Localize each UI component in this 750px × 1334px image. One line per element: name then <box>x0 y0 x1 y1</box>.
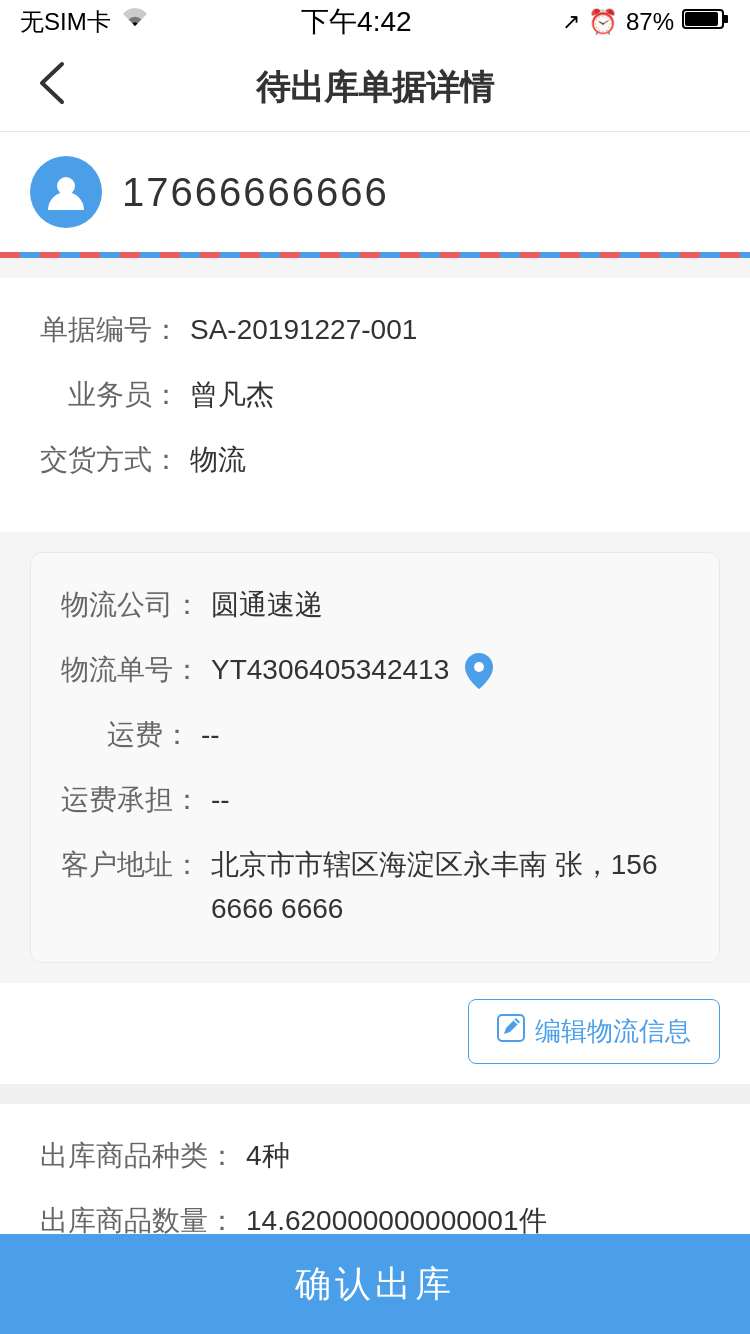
confirm-button-label: 确认出库 <box>295 1260 455 1309</box>
delivery-method-label: 交货方式： <box>40 438 180 483</box>
logistics-address-value: 北京市市辖区海淀区永丰南 张，156 6666 6666 <box>211 843 689 933</box>
back-button[interactable] <box>28 50 76 125</box>
logistics-address-row: 客户地址： 北京市市辖区海淀区永丰南 张，156 6666 6666 <box>61 843 689 933</box>
status-bar: 无SIM卡 下午4:42 ↗ ⏰ 87% <box>0 0 750 44</box>
location-pin-icon[interactable] <box>461 651 497 691</box>
logistics-company-value: 圆通速递 <box>211 583 689 628</box>
user-phone: 17666666666 <box>122 170 389 215</box>
logistics-freight-row: 运费： -- <box>61 713 689 758</box>
logistics-address-label: 客户地址： <box>61 843 201 888</box>
product-type-value: 4种 <box>246 1134 290 1179</box>
status-time: 下午4:42 <box>301 3 412 41</box>
section-divider <box>0 1084 750 1104</box>
battery-percentage: 87% <box>626 8 674 36</box>
nav-bar: 待出库单据详情 <box>0 44 750 132</box>
dashed-separator <box>0 252 750 258</box>
sales-person-value: 曾凡杰 <box>190 373 710 418</box>
edit-logistics-button[interactable]: 编辑物流信息 <box>468 999 720 1064</box>
carrier-label: 无SIM卡 <box>20 6 111 38</box>
status-right: ↗ ⏰ 87% <box>562 7 730 37</box>
order-number-label: 单据编号： <box>40 308 180 353</box>
wifi-icon <box>119 8 151 36</box>
sales-person-row: 业务员： 曾凡杰 <box>40 373 710 418</box>
logistics-card: 物流公司： 圆通速递 物流单号： YT43064053424​13 运费： --… <box>30 552 720 963</box>
confirm-button[interactable]: 确认出库 <box>0 1234 750 1334</box>
svg-point-4 <box>474 662 484 672</box>
logistics-freight-bearer-value: -- <box>211 778 689 823</box>
logistics-tracking-row: 物流单号： YT43064053424​13 <box>61 648 689 693</box>
status-left: 无SIM卡 <box>20 6 151 38</box>
order-info-section: 单据编号： SA-20191227-001 业务员： 曾凡杰 交货方式： 物流 <box>0 278 750 532</box>
order-number-row: 单据编号： SA-20191227-001 <box>40 308 710 353</box>
alarm-icon: ⏰ <box>588 8 618 36</box>
location-icon: ↗ <box>562 9 580 35</box>
battery-icon <box>682 7 730 37</box>
sales-person-label: 业务员： <box>40 373 180 418</box>
logistics-tracking-value: YT43064053424​13 <box>211 648 689 693</box>
logistics-freight-value: -- <box>201 713 689 758</box>
product-type-row: 出库商品种类： 4种 <box>40 1134 710 1179</box>
logistics-company-label: 物流公司： <box>61 583 201 628</box>
delivery-method-value: 物流 <box>190 438 710 483</box>
delivery-method-row: 交货方式： 物流 <box>40 438 710 483</box>
edit-logistics-row: 编辑物流信息 <box>0 983 750 1084</box>
product-type-label: 出库商品种类： <box>40 1134 236 1179</box>
svg-rect-1 <box>723 15 728 23</box>
edit-icon <box>497 1014 525 1049</box>
edit-logistics-label: 编辑物流信息 <box>535 1014 691 1049</box>
user-header: 17666666666 <box>0 132 750 252</box>
page-title: 待出库单据详情 <box>256 65 494 111</box>
logistics-tracking-label: 物流单号： <box>61 648 201 693</box>
logistics-freight-label: 运费： <box>61 713 191 758</box>
order-number-value: SA-20191227-001 <box>190 308 710 353</box>
logistics-freight-bearer-row: 运费承担： -- <box>61 778 689 823</box>
avatar <box>30 156 102 228</box>
logistics-freight-bearer-label: 运费承担： <box>61 778 201 823</box>
logistics-company-row: 物流公司： 圆通速递 <box>61 583 689 628</box>
svg-rect-2 <box>685 12 718 26</box>
